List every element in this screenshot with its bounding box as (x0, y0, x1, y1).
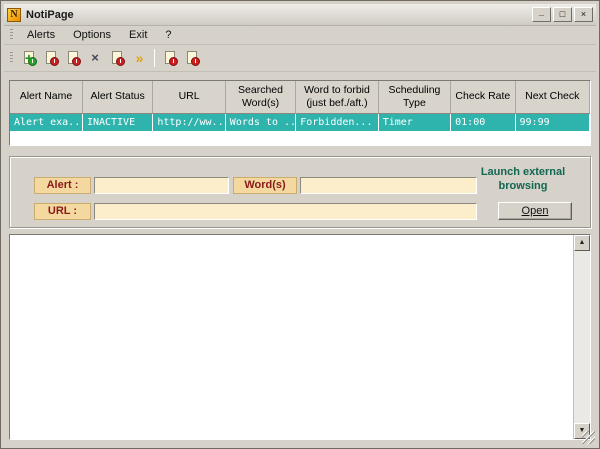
resize-grip[interactable] (582, 431, 595, 444)
toolbar: + × » (4, 45, 596, 72)
col-url[interactable]: URL (153, 81, 225, 113)
start-scheduler-icon[interactable] (160, 48, 180, 68)
title-bar[interactable]: N NotiPage _ □ × (4, 4, 596, 26)
toolbar-separator (154, 49, 155, 67)
close-icon: × (581, 9, 586, 19)
app-icon: N (7, 8, 21, 22)
maximize-button[interactable]: □ (553, 7, 572, 22)
col-check-rate[interactable]: Check Rate (451, 81, 515, 113)
menu-exit[interactable]: Exit (120, 27, 156, 43)
delete-alert-icon[interactable]: × (85, 48, 105, 68)
col-word-to-forbid[interactable]: Word to forbid (just bef./aft.) (296, 81, 378, 113)
menubar-grip-handle[interactable] (10, 29, 13, 41)
col-next-check[interactable]: Next Check (515, 81, 589, 113)
minimize-icon: _ (539, 7, 544, 17)
cell-check-rate: 01:00 (451, 113, 515, 131)
scroll-up-icon[interactable]: ▲ (574, 235, 590, 251)
activate-alert-icon[interactable] (41, 48, 61, 68)
power-badge (191, 57, 200, 66)
cell-next-check: 99:99 (515, 113, 589, 131)
alerts-table: Alert Name Alert Status URL Searched Wor… (10, 81, 590, 131)
table-row[interactable]: Alert exa... INACTIVE http://ww... Words… (10, 113, 590, 131)
words-input[interactable] (300, 177, 477, 194)
menu-options[interactable]: Options (64, 27, 120, 43)
menu-help[interactable]: ? (156, 27, 180, 43)
cell-url: http://ww... (153, 113, 225, 131)
plus-glyph: + (20, 49, 38, 67)
deactivate-alert-icon[interactable] (63, 48, 83, 68)
status-badge (116, 57, 125, 66)
notipage-window: N NotiPage _ □ × Alerts Options Exit ? + (0, 0, 600, 449)
col-searched-words[interactable]: Searched Word(s) (225, 81, 295, 113)
cell-alert-status: INACTIVE (82, 113, 152, 131)
launch-check-icon[interactable]: » (129, 48, 149, 68)
col-alert-status[interactable]: Alert Status (82, 81, 152, 113)
alert-label: Alert : (34, 177, 91, 194)
cell-word-to-forbid: Forbidden... (296, 113, 378, 131)
vertical-scrollbar[interactable]: ▲ ▼ (573, 235, 590, 439)
power-badge (169, 57, 178, 66)
check-alert-now-icon[interactable] (107, 48, 127, 68)
col-scheduling-type[interactable]: Scheduling Type (378, 81, 450, 113)
minimize-button[interactable]: _ (532, 7, 551, 22)
open-button[interactable]: Open (498, 202, 572, 220)
alert-form-groupbox: Alert : Word(s) URL : Launch external br… (9, 156, 591, 228)
words-label: Word(s) (233, 177, 297, 194)
power-badge (50, 57, 59, 66)
launch-external-browsing-label: Launch external browsing (462, 166, 584, 194)
alert-input[interactable] (94, 177, 229, 194)
power-badge (72, 57, 81, 66)
url-label: URL : (34, 203, 91, 220)
alerts-table-panel: Alert Name Alert Status URL Searched Wor… (9, 80, 591, 146)
log-text-area[interactable]: ▲ ▼ (9, 234, 591, 440)
menu-bar: Alerts Options Exit ? (4, 26, 596, 45)
table-header-row: Alert Name Alert Status URL Searched Wor… (10, 81, 590, 113)
url-input[interactable] (94, 203, 477, 220)
stop-scheduler-icon[interactable] (182, 48, 202, 68)
toolbar-grip-handle[interactable] (10, 52, 13, 64)
col-alert-name[interactable]: Alert Name (10, 81, 82, 113)
menu-alerts[interactable]: Alerts (18, 27, 64, 43)
close-button[interactable]: × (574, 7, 593, 22)
chevron-glyph: » (130, 49, 148, 67)
cell-searched-words: Words to ... (225, 113, 295, 131)
cell-alert-name: Alert exa... (10, 113, 82, 131)
cell-scheduling-type: Timer (378, 113, 450, 131)
cross-glyph: × (86, 49, 104, 67)
maximize-icon: □ (560, 9, 565, 19)
window-title: NotiPage (26, 9, 74, 21)
add-alert-icon[interactable]: + (19, 48, 39, 68)
